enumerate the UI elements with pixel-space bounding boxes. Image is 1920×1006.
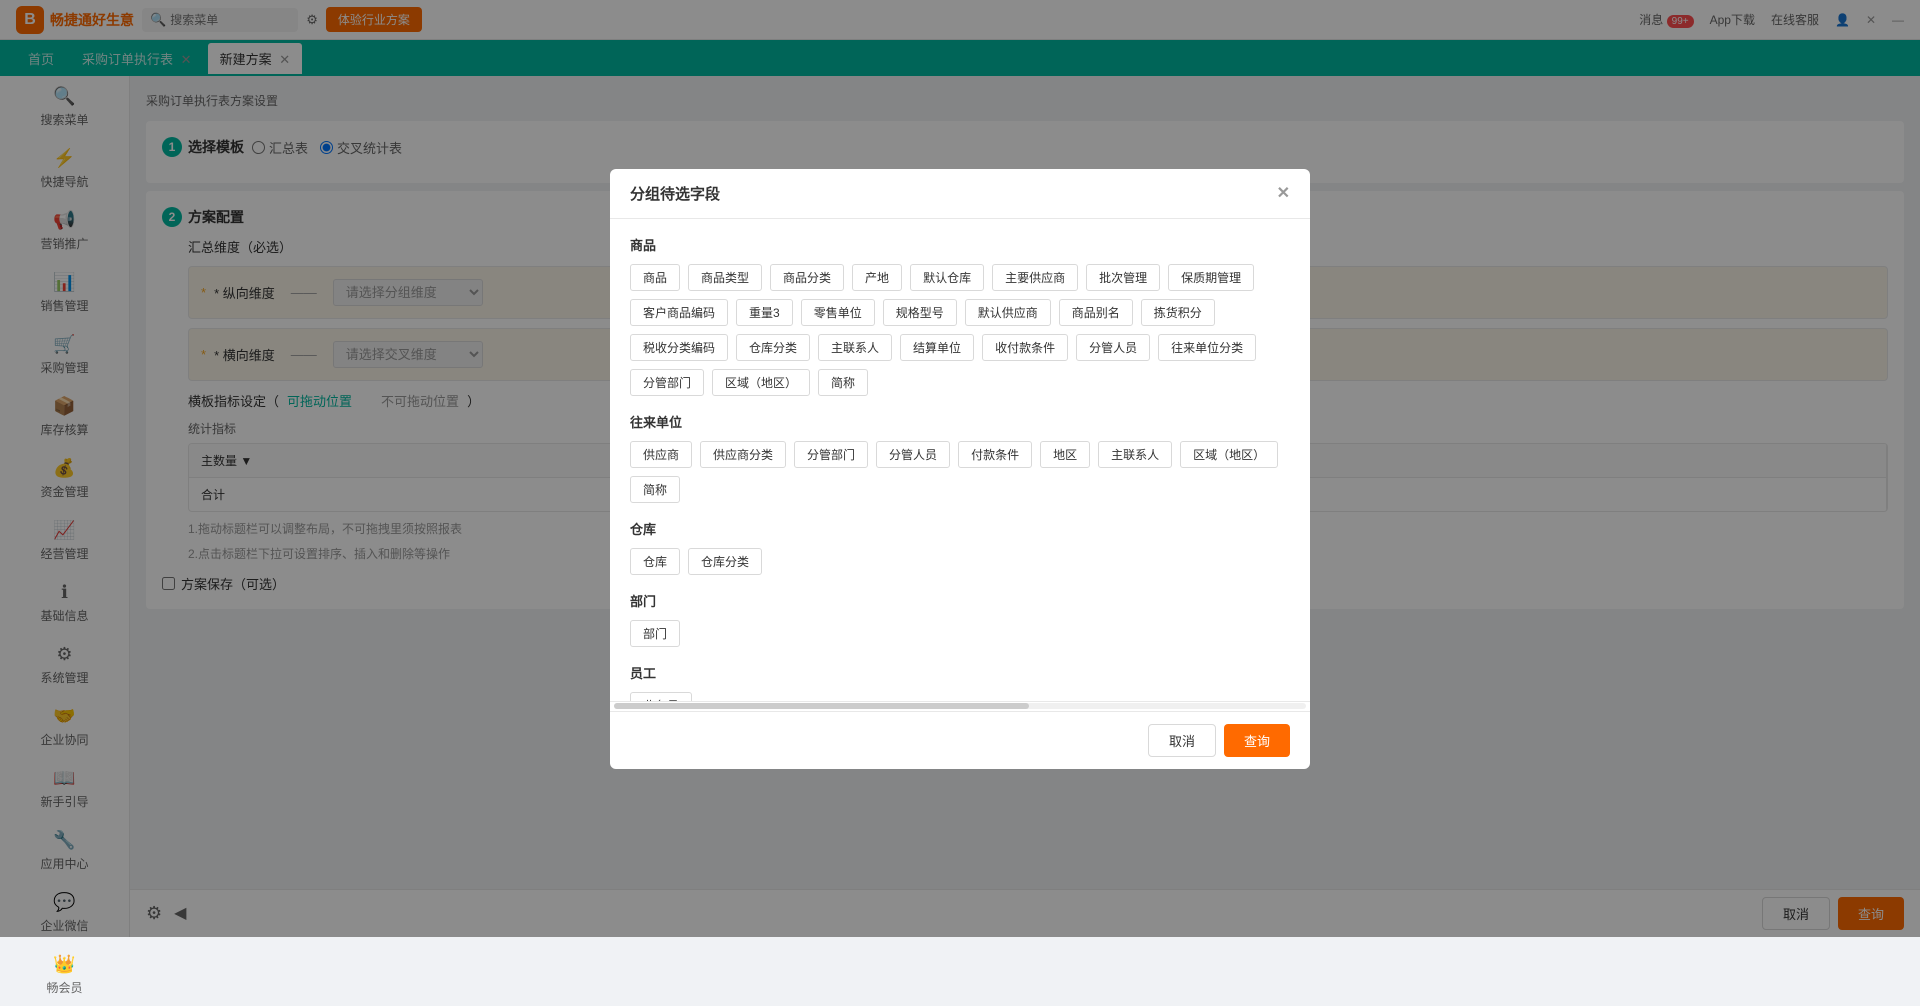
modal-overlay: 分组待选字段 ✕ 商品 商品 商品类型 商品分类 产地 默认仓库 主要供应商 批… bbox=[0, 0, 1920, 937]
modal-footer: 取消 查询 bbox=[610, 711, 1310, 769]
tag-customer-code[interactable]: 客户商品编码 bbox=[630, 299, 728, 326]
tag-expiry-mgmt[interactable]: 保质期管理 bbox=[1168, 264, 1254, 291]
tag-short-name-goods[interactable]: 简称 bbox=[818, 369, 868, 396]
tag-goods-alias[interactable]: 商品别名 bbox=[1059, 299, 1133, 326]
modal-body: 商品 商品 商品类型 商品分类 产地 默认仓库 主要供应商 批次管理 保质期管理… bbox=[610, 219, 1310, 701]
goods-tags: 商品 商品类型 商品分类 产地 默认仓库 主要供应商 批次管理 保质期管理 客户… bbox=[630, 264, 1290, 396]
tag-counterparty-cat[interactable]: 往来单位分类 bbox=[1158, 334, 1256, 361]
tag-main-contact-cp[interactable]: 主联系人 bbox=[1098, 441, 1172, 468]
tag-goods-cat[interactable]: 商品分类 bbox=[770, 264, 844, 291]
section-counterparty-title: 往来单位 bbox=[630, 412, 1290, 431]
modal: 分组待选字段 ✕ 商品 商品 商品类型 商品分类 产地 默认仓库 主要供应商 批… bbox=[610, 169, 1310, 769]
section-dept: 部门 部门 bbox=[630, 591, 1290, 647]
modal-hscroll bbox=[610, 701, 1310, 711]
tag-region-cp[interactable]: 地区 bbox=[1040, 441, 1090, 468]
tag-supervisor[interactable]: 分管人员 bbox=[1076, 334, 1150, 361]
tag-supplier[interactable]: 供应商 bbox=[630, 441, 692, 468]
section-employee: 员工 业务员 bbox=[630, 663, 1290, 701]
section-goods: 商品 商品 商品类型 商品分类 产地 默认仓库 主要供应商 批次管理 保质期管理… bbox=[630, 235, 1290, 396]
section-dept-title: 部门 bbox=[630, 591, 1290, 610]
tag-goods-type[interactable]: 商品类型 bbox=[688, 264, 762, 291]
dept-tags: 部门 bbox=[630, 620, 1290, 647]
member-icon: 👑 bbox=[53, 954, 75, 975]
tag-goods[interactable]: 商品 bbox=[630, 264, 680, 291]
tag-warehouse-category[interactable]: 仓库分类 bbox=[688, 548, 762, 575]
tag-shortname-cp[interactable]: 简称 bbox=[630, 476, 680, 503]
hscroll-track[interactable] bbox=[614, 703, 1306, 709]
tag-dept[interactable]: 部门 bbox=[630, 620, 680, 647]
employee-tags: 业务员 bbox=[630, 692, 1290, 701]
tag-spec-model[interactable]: 规格型号 bbox=[883, 299, 957, 326]
tag-managed-person[interactable]: 分管人员 bbox=[876, 441, 950, 468]
section-counterparty: 往来单位 供应商 供应商分类 分管部门 分管人员 付款条件 地区 主联系人 区域… bbox=[630, 412, 1290, 503]
tag-settlement-unit[interactable]: 结算单位 bbox=[900, 334, 974, 361]
modal-confirm-btn[interactable]: 查询 bbox=[1224, 724, 1290, 757]
modal-header: 分组待选字段 ✕ bbox=[610, 169, 1310, 219]
tag-main-supplier[interactable]: 主要供应商 bbox=[992, 264, 1078, 291]
tag-retail-unit[interactable]: 零售单位 bbox=[801, 299, 875, 326]
tag-warehouse[interactable]: 仓库 bbox=[630, 548, 680, 575]
tag-main-contact[interactable]: 主联系人 bbox=[818, 334, 892, 361]
modal-close-btn[interactable]: ✕ bbox=[1277, 183, 1290, 203]
tag-warehouse-cat[interactable]: 仓库分类 bbox=[736, 334, 810, 361]
section-warehouse: 仓库 仓库 仓库分类 bbox=[630, 519, 1290, 575]
tag-weight[interactable]: 重量3 bbox=[736, 299, 793, 326]
tag-pay-condition[interactable]: 付款条件 bbox=[958, 441, 1032, 468]
section-employee-title: 员工 bbox=[630, 663, 1290, 682]
tag-batch-mgmt[interactable]: 批次管理 bbox=[1086, 264, 1160, 291]
sidebar-item-member[interactable]: 👑 畅会员 bbox=[0, 944, 129, 1006]
tag-origin[interactable]: 产地 bbox=[852, 264, 902, 291]
section-goods-title: 商品 bbox=[630, 235, 1290, 254]
tag-tax-code[interactable]: 税收分类编码 bbox=[630, 334, 728, 361]
tag-area-cp[interactable]: 区域（地区） bbox=[1180, 441, 1278, 468]
tag-default-supplier[interactable]: 默认供应商 bbox=[965, 299, 1051, 326]
section-warehouse-title: 仓库 bbox=[630, 519, 1290, 538]
tag-region-goods[interactable]: 区域（地区） bbox=[712, 369, 810, 396]
tag-payment-terms[interactable]: 收付款条件 bbox=[982, 334, 1068, 361]
tag-salesperson[interactable]: 业务员 bbox=[630, 692, 692, 701]
warehouse-tags: 仓库 仓库分类 bbox=[630, 548, 1290, 575]
tag-default-warehouse[interactable]: 默认仓库 bbox=[910, 264, 984, 291]
counterparty-tags: 供应商 供应商分类 分管部门 分管人员 付款条件 地区 主联系人 区域（地区） … bbox=[630, 441, 1290, 503]
sidebar-label-member: 畅会员 bbox=[46, 979, 82, 996]
tag-supplier-cat[interactable]: 供应商分类 bbox=[700, 441, 786, 468]
tag-pick-points[interactable]: 拣货积分 bbox=[1141, 299, 1215, 326]
hscroll-thumb[interactable] bbox=[614, 703, 1029, 709]
modal-cancel-btn[interactable]: 取消 bbox=[1148, 724, 1216, 757]
tag-dept-managed[interactable]: 分管部门 bbox=[630, 369, 704, 396]
tag-managed-dept[interactable]: 分管部门 bbox=[794, 441, 868, 468]
modal-title: 分组待选字段 bbox=[630, 183, 720, 204]
